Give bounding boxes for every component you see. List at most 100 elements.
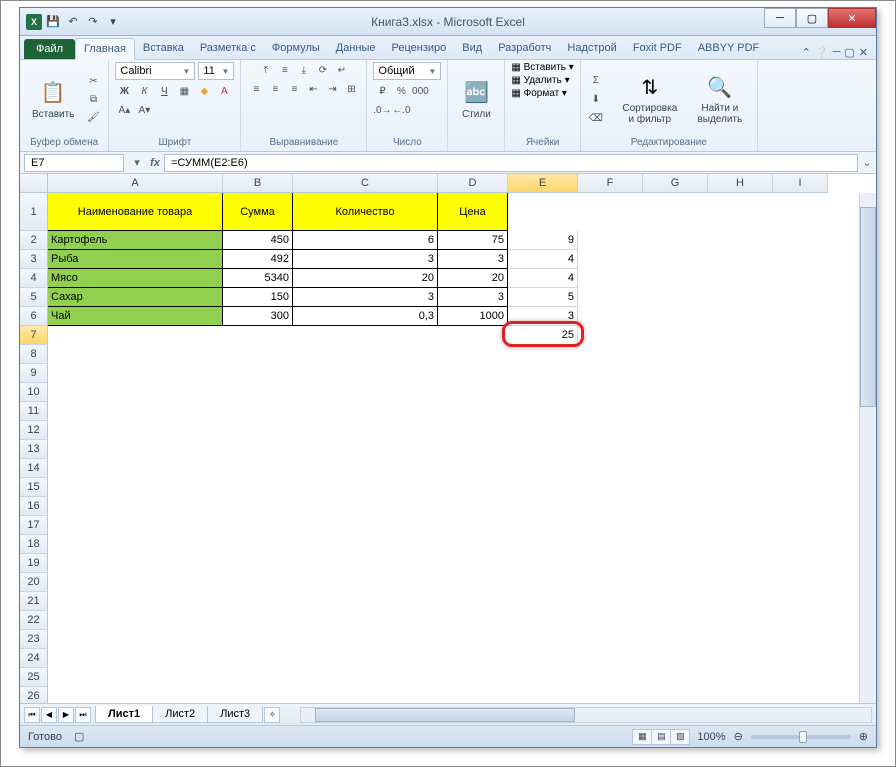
comma-button[interactable]: 000 bbox=[411, 83, 429, 99]
macro-record-icon[interactable]: ▢ bbox=[74, 730, 84, 743]
row-header-1[interactable]: 1 bbox=[20, 193, 48, 231]
zoom-slider[interactable] bbox=[751, 735, 851, 739]
row-header-8[interactable]: 8 bbox=[20, 345, 48, 364]
cell-C4[interactable]: 20 bbox=[293, 269, 438, 288]
increase-indent-button[interactable]: ⇥ bbox=[323, 81, 341, 97]
column-header-A[interactable]: A bbox=[48, 174, 223, 193]
column-header-H[interactable]: H bbox=[708, 174, 773, 193]
increase-decimal-button[interactable]: .0→ bbox=[373, 102, 391, 118]
cell-A4[interactable]: Мясо bbox=[48, 269, 223, 288]
decrease-indent-button[interactable]: ⇤ bbox=[304, 81, 322, 97]
autosum-button[interactable]: Σ bbox=[587, 72, 605, 88]
copy-button[interactable]: ⧉ bbox=[84, 91, 102, 107]
row-header-23[interactable]: 23 bbox=[20, 630, 48, 649]
ribbon-minimize-button[interactable]: ⌃ bbox=[802, 46, 811, 59]
horizontal-scroll-thumb[interactable] bbox=[315, 708, 575, 722]
row-header-24[interactable]: 24 bbox=[20, 649, 48, 668]
border-button[interactable]: ▦ bbox=[175, 83, 193, 99]
inner-restore-button[interactable]: ▢ bbox=[844, 46, 854, 59]
align-right-button[interactable]: ≡ bbox=[285, 81, 303, 97]
vertical-scrollbar[interactable] bbox=[859, 193, 876, 703]
row-header-5[interactable]: 5 bbox=[20, 288, 48, 307]
cell-D5[interactable]: 3 bbox=[438, 288, 508, 307]
tab-главная[interactable]: Главная bbox=[75, 38, 135, 60]
row-header-10[interactable]: 10 bbox=[20, 383, 48, 402]
expand-formula-bar-button[interactable]: ⌄ bbox=[858, 156, 876, 169]
paste-button[interactable]: 📋 Вставить bbox=[26, 77, 80, 122]
row-header-26[interactable]: 26 bbox=[20, 687, 48, 703]
insert-function-button[interactable]: fx bbox=[146, 157, 164, 169]
normal-view-button[interactable]: ▦ bbox=[632, 729, 652, 745]
name-box[interactable]: E7 bbox=[24, 154, 124, 172]
cell-A2[interactable]: Картофель bbox=[48, 231, 223, 250]
wrap-text-button[interactable]: ↵ bbox=[333, 62, 351, 78]
row-header-14[interactable]: 14 bbox=[20, 459, 48, 478]
delete-cells-button[interactable]: ▦ Удалить ▾ bbox=[511, 75, 569, 86]
sheet-nav-last[interactable]: ⏭ bbox=[75, 707, 91, 723]
sort-filter-button[interactable]: ⇅ Сортировка и фильтр bbox=[615, 71, 685, 127]
cut-button[interactable]: ✂ bbox=[84, 73, 102, 89]
cell-D1[interactable]: Цена bbox=[438, 193, 508, 231]
column-header-E[interactable]: E bbox=[508, 174, 578, 193]
minimize-button[interactable]: ─ bbox=[764, 8, 796, 28]
row-header-3[interactable]: 3 bbox=[20, 250, 48, 269]
row-header-4[interactable]: 4 bbox=[20, 269, 48, 288]
fill-button[interactable]: ⬇ bbox=[587, 91, 605, 107]
sheet-nav-prev[interactable]: ◀ bbox=[41, 707, 57, 723]
spreadsheet-grid[interactable]: ABCDEFGHI 123456789101112131415161718192… bbox=[20, 174, 876, 703]
row-header-25[interactable]: 25 bbox=[20, 668, 48, 687]
clear-button[interactable]: ⌫ bbox=[587, 110, 605, 126]
font-size-combo[interactable]: 11▼ bbox=[198, 62, 234, 80]
align-bottom-button[interactable]: ⤓ bbox=[295, 62, 313, 78]
qat-customize-button[interactable]: ▾ bbox=[104, 13, 122, 31]
tab-foxit pdf[interactable]: Foxit PDF bbox=[625, 38, 690, 59]
qat-redo-button[interactable]: ↷ bbox=[84, 13, 102, 31]
row-header-19[interactable]: 19 bbox=[20, 554, 48, 573]
cell-B5[interactable]: 150 bbox=[223, 288, 293, 307]
sheet-nav-first[interactable]: ⏮ bbox=[24, 707, 40, 723]
row-header-12[interactable]: 12 bbox=[20, 421, 48, 440]
inner-minimize-button[interactable]: ─ bbox=[833, 46, 841, 59]
align-center-button[interactable]: ≡ bbox=[266, 81, 284, 97]
cell-E7[interactable]: 25 bbox=[508, 326, 578, 345]
zoom-slider-thumb[interactable] bbox=[799, 731, 807, 743]
cell-D2[interactable]: 75 bbox=[438, 231, 508, 250]
zoom-in-button[interactable]: ⊕ bbox=[859, 730, 868, 743]
cell-E6[interactable]: 3 bbox=[508, 307, 578, 326]
vertical-scroll-thumb[interactable] bbox=[860, 207, 876, 407]
cell-B1[interactable]: Сумма bbox=[223, 193, 293, 231]
tab-надстрой[interactable]: Надстрой bbox=[559, 38, 624, 59]
cell-C3[interactable]: 3 bbox=[293, 250, 438, 269]
cell-C6[interactable]: 0,3 bbox=[293, 307, 438, 326]
cell-B2[interactable]: 450 bbox=[223, 231, 293, 250]
row-header-13[interactable]: 13 bbox=[20, 440, 48, 459]
column-header-D[interactable]: D bbox=[438, 174, 508, 193]
align-top-button[interactable]: ⤒ bbox=[257, 62, 275, 78]
tab-file[interactable]: Файл bbox=[24, 39, 75, 59]
cell-C5[interactable]: 3 bbox=[293, 288, 438, 307]
decrease-font-button[interactable]: A▾ bbox=[135, 102, 153, 118]
cell-E2[interactable]: 9 bbox=[508, 231, 578, 250]
horizontal-scrollbar[interactable] bbox=[300, 707, 872, 723]
row-header-6[interactable]: 6 bbox=[20, 307, 48, 326]
inner-close-button[interactable]: ✕ bbox=[859, 46, 868, 59]
row-header-21[interactable]: 21 bbox=[20, 592, 48, 611]
namebox-dropdown[interactable]: ▾ bbox=[128, 156, 146, 169]
align-middle-button[interactable]: ≡ bbox=[276, 62, 294, 78]
cell-A5[interactable]: Сахар bbox=[48, 288, 223, 307]
qat-undo-button[interactable]: ↶ bbox=[64, 13, 82, 31]
currency-button[interactable]: ₽ bbox=[373, 83, 391, 99]
tab-вид[interactable]: Вид bbox=[454, 38, 490, 59]
row-header-22[interactable]: 22 bbox=[20, 611, 48, 630]
sheet-tab-Лист3[interactable]: Лист3 bbox=[207, 706, 263, 723]
tab-рецензиро[interactable]: Рецензиро bbox=[384, 38, 455, 59]
maximize-button[interactable]: ▢ bbox=[796, 8, 828, 28]
cell-D3[interactable]: 3 bbox=[438, 250, 508, 269]
font-color-button[interactable]: A bbox=[215, 83, 233, 99]
row-header-9[interactable]: 9 bbox=[20, 364, 48, 383]
cell-A6[interactable]: Чай bbox=[48, 307, 223, 326]
tab-разметка с[interactable]: Разметка с bbox=[192, 38, 264, 59]
cell-B4[interactable]: 5340 bbox=[223, 269, 293, 288]
row-header-7[interactable]: 7 bbox=[20, 326, 48, 345]
font-name-combo[interactable]: Calibri▼ bbox=[115, 62, 195, 80]
